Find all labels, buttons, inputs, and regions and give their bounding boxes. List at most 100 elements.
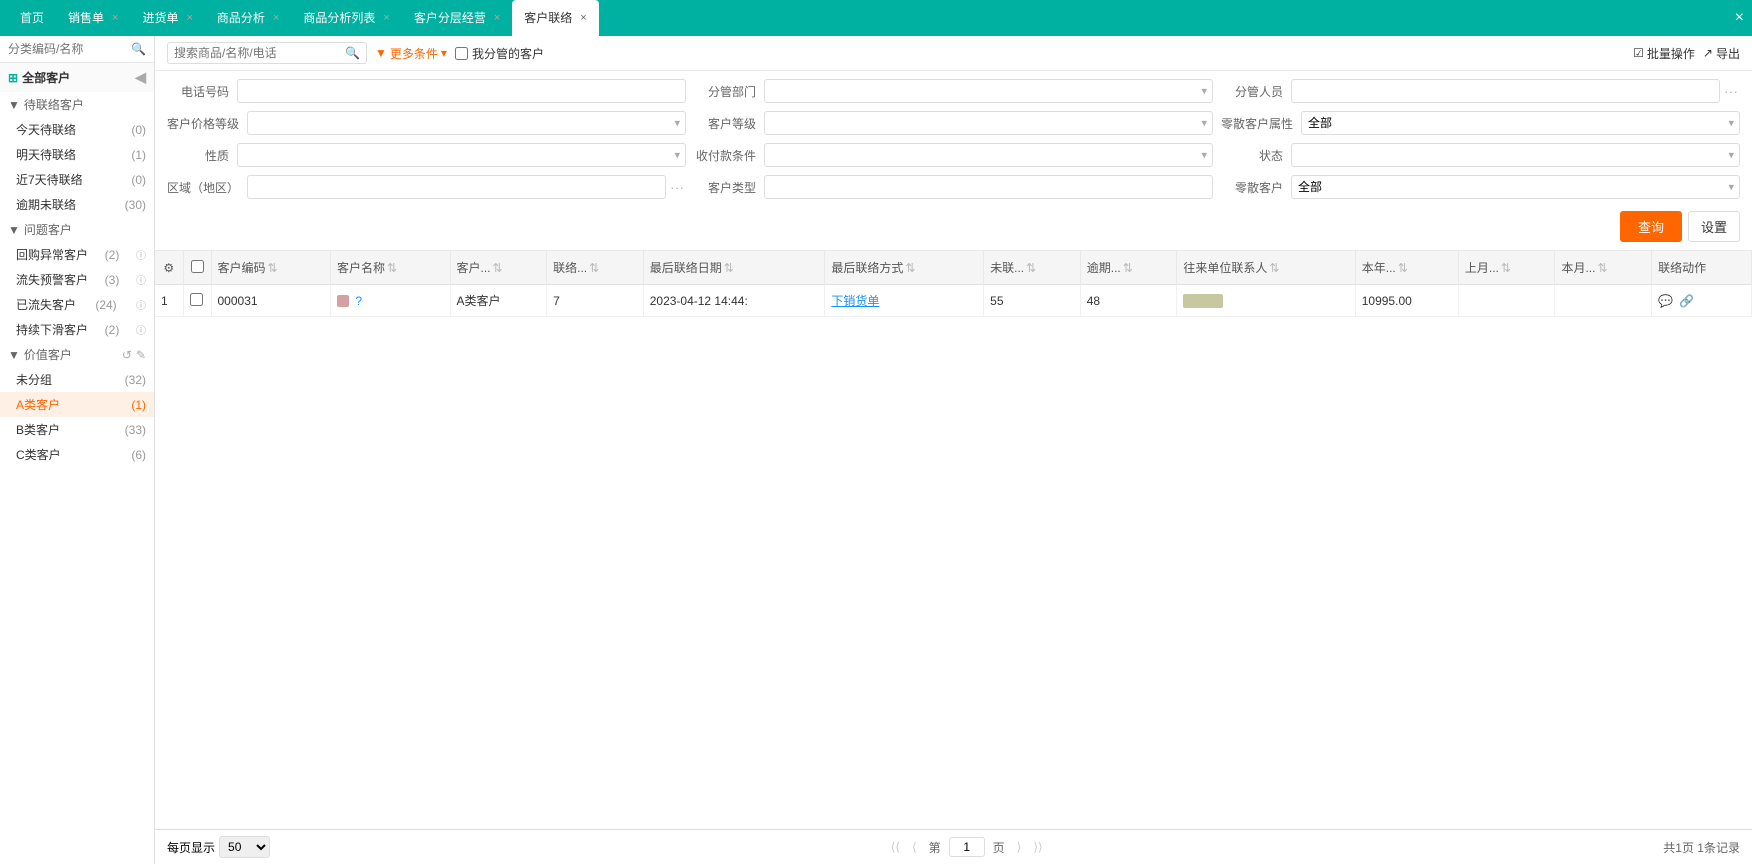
col-last-date[interactable]: 最后联络日期⇅: [643, 251, 825, 285]
sidebar-item-churn-label: 流失预警客户: [16, 271, 88, 288]
sidebar-item-class-b[interactable]: B类客户 (33): [0, 417, 154, 442]
cell-contact-person: [1177, 285, 1355, 317]
col-last-month[interactable]: 上月...⇅: [1458, 251, 1555, 285]
close-all-icon[interactable]: ×: [1735, 9, 1744, 27]
sidebar-item-unclassified[interactable]: 未分组 (32): [0, 367, 154, 392]
col-contact-person[interactable]: 往来单位联系人⇅: [1177, 251, 1355, 285]
sidebar-collapse-icon[interactable]: ◀: [135, 69, 146, 86]
field-customer-grade-select[interactable]: [764, 111, 1213, 135]
col-check[interactable]: [183, 251, 211, 285]
row-checkbox[interactable]: [190, 293, 203, 306]
col-level[interactable]: 客户...⇅: [450, 251, 547, 285]
group-value-header[interactable]: ▼ 价值客户 ↺ ✎: [0, 342, 154, 367]
col-overdue[interactable]: 逾期...⇅: [1080, 251, 1177, 285]
nav-product-analysis-close[interactable]: ×: [273, 0, 279, 36]
value-group-edit[interactable]: ✎: [136, 348, 146, 362]
customer-name-text[interactable]: ?: [355, 294, 362, 308]
cell-check[interactable]: [183, 285, 211, 317]
nav-home[interactable]: 首页: [8, 0, 56, 36]
filter-row-4: 区域（地区） ··· 客户类型: [167, 175, 1740, 199]
page-first-btn[interactable]: ⟨⟨: [887, 838, 904, 856]
sidebar-item-churned[interactable]: 已流失客户 (24) ⓘ: [0, 292, 154, 317]
col-gear[interactable]: ⚙: [155, 251, 183, 285]
main-search-input[interactable]: [174, 46, 345, 60]
field-region-dots[interactable]: ···: [668, 179, 686, 195]
field-person-dots[interactable]: ···: [1722, 83, 1740, 99]
info-icon-4[interactable]: ⓘ: [136, 322, 146, 337]
page-size-label: 每页显示: [167, 839, 215, 856]
field-dept-select[interactable]: [764, 79, 1213, 103]
info-icon-3[interactable]: ⓘ: [136, 297, 146, 312]
sidebar-item-class-a[interactable]: A类客户 (1): [0, 392, 154, 417]
field-person-input[interactable]: [1291, 79, 1720, 103]
sidebar-item-class-c[interactable]: C类客户 (6): [0, 442, 154, 467]
field-status-select[interactable]: [1291, 143, 1740, 167]
sidebar-item-today[interactable]: 今天待联络 (0): [0, 117, 154, 142]
info-icon-2[interactable]: ⓘ: [136, 272, 146, 287]
page-prev-btn[interactable]: ⟨: [908, 838, 921, 856]
group-pending-contact-header[interactable]: ▼ 待联络客户: [0, 92, 154, 117]
field-retail-attr-select[interactable]: 全部: [1301, 111, 1740, 135]
bulk-op-btn[interactable]: ☑ 批量操作: [1633, 45, 1695, 62]
page-number-input[interactable]: [949, 837, 985, 857]
nav-customer-tier[interactable]: 客户分层经营 ×: [402, 0, 512, 36]
page-last-btn[interactable]: ⟩⟩: [1029, 838, 1046, 856]
sidebar-item-churn-warning[interactable]: 流失预警客户 (3) ⓘ: [0, 267, 154, 292]
nav-purchase-close[interactable]: ×: [186, 0, 192, 36]
chat-icon[interactable]: 💬: [1658, 294, 1673, 308]
sidebar-search-input[interactable]: [8, 42, 127, 56]
settings-button[interactable]: 设置: [1688, 211, 1740, 242]
field-retail-customer-select[interactable]: 全部: [1291, 175, 1740, 199]
nav-product-list[interactable]: 商品分析列表 ×: [291, 0, 401, 36]
col-last-method[interactable]: 最后联络方式⇅: [825, 251, 984, 285]
field-phone-input[interactable]: [237, 79, 686, 103]
nav-customer-contact-close[interactable]: ×: [580, 0, 586, 36]
nav-purchase[interactable]: 进货单 ×: [130, 0, 204, 36]
nav-product-list-close[interactable]: ×: [383, 0, 389, 36]
export-btn[interactable]: ↗ 导出: [1703, 45, 1740, 62]
field-price-grade-select[interactable]: [247, 111, 686, 135]
value-group-refresh[interactable]: ↺: [122, 348, 132, 362]
nav-sales-close[interactable]: ×: [112, 0, 118, 36]
col-code[interactable]: 客户编码⇅: [211, 251, 331, 285]
query-button[interactable]: 查询: [1620, 211, 1682, 242]
nav-sales[interactable]: 销售单 ×: [56, 0, 130, 36]
filter-right: ☑ 批量操作 ↗ 导出: [1633, 45, 1740, 62]
sidebar-item-declining[interactable]: 持续下滑客户 (2) ⓘ: [0, 317, 154, 342]
page-next-btn[interactable]: ⟩: [1013, 838, 1026, 856]
sidebar-item-overdue[interactable]: 逾期未联络 (30): [0, 192, 154, 217]
col-name[interactable]: 客户名称⇅: [331, 251, 451, 285]
sidebar-item-repeat-abnormal[interactable]: 回购异常客户 (2) ⓘ: [0, 242, 154, 267]
field-payment-select[interactable]: [764, 143, 1213, 167]
col-last-method-label: 最后联络方式: [831, 261, 903, 275]
select-all-checkbox[interactable]: [191, 260, 204, 273]
sidebar-item-7days[interactable]: 近7天待联络 (0): [0, 167, 154, 192]
col-no-contact[interactable]: 未联...⇅: [984, 251, 1081, 285]
my-customers-checkbox[interactable]: [455, 47, 468, 60]
field-price-grade-label: 客户价格等级: [167, 115, 247, 132]
nav-product-analysis[interactable]: 商品分析 ×: [205, 0, 291, 36]
all-customers-header[interactable]: ⊞ 全部客户 ◀: [0, 63, 154, 92]
field-customer-grade: 客户等级: [694, 111, 1213, 135]
col-contact-count[interactable]: 联络...⇅: [547, 251, 644, 285]
more-conditions-btn[interactable]: ▼ 更多条件 ▾: [375, 45, 447, 62]
field-region-input[interactable]: [247, 175, 666, 199]
col-current-month[interactable]: 本月...⇅: [1555, 251, 1652, 285]
sidebar-item-tomorrow[interactable]: 明天待联络 (1): [0, 142, 154, 167]
link-icon[interactable]: 🔗: [1679, 294, 1694, 308]
col-current-year[interactable]: 本年...⇅: [1355, 251, 1458, 285]
field-customer-type-input[interactable]: [764, 175, 1213, 199]
filter-row-3: 性质 收付款条件: [167, 143, 1740, 167]
group-problem-header[interactable]: ▼ 问题客户: [0, 217, 154, 242]
field-nature-select[interactable]: [237, 143, 686, 167]
nav-customer-contact[interactable]: 客户联络 ×: [512, 0, 598, 36]
nav-customer-tier-close[interactable]: ×: [494, 0, 500, 36]
main-search-icon[interactable]: 🔍: [345, 46, 360, 60]
group-pending-contact: ▼ 待联络客户 今天待联络 (0) 明天待联络 (1) 近7天待联络 (0) 逾…: [0, 92, 154, 217]
page-size-select[interactable]: 50 20 100: [219, 836, 270, 858]
my-customers-check[interactable]: 我分管的客户: [455, 45, 544, 62]
info-icon-1[interactable]: ⓘ: [136, 247, 146, 262]
sidebar-search-icon[interactable]: 🔍: [131, 42, 146, 56]
contact-method-link[interactable]: 下销货单: [831, 294, 879, 308]
filter-bar: 🔍 ▼ 更多条件 ▾ 我分管的客户 ☑ 批量操作 ↗ 导出: [155, 36, 1752, 71]
